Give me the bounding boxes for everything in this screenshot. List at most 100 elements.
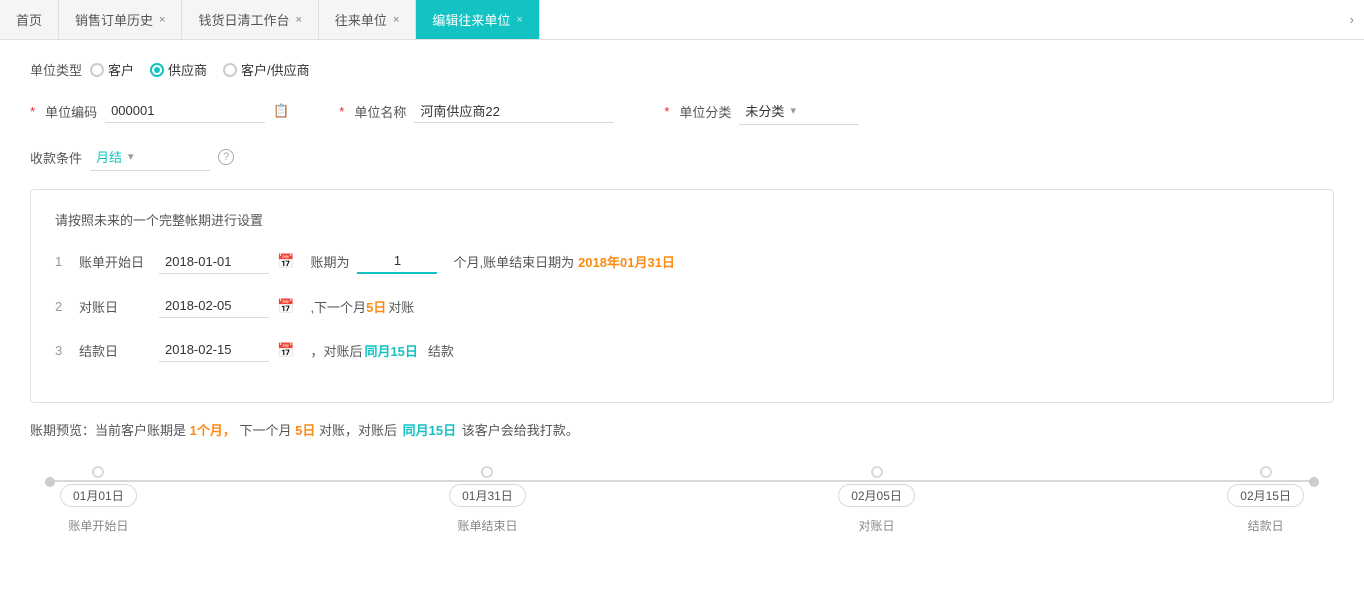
tab-label: 往来单位 (335, 10, 387, 29)
tab-label: 钱货日清工作台 (198, 10, 289, 29)
doc-icon[interactable]: 📋 (273, 103, 289, 119)
timeline-dot-3 (1260, 466, 1272, 478)
period-row2-prefix: ,下一个月 (310, 297, 366, 316)
unit-name-label: 单位名称 (354, 102, 406, 121)
timeline-left-dot (45, 477, 55, 487)
radio-circle-both (223, 63, 237, 77)
period-cal-icon-2[interactable]: 📅 (277, 298, 294, 315)
period-num-1: 1 (55, 254, 79, 269)
timeline-dot-1 (481, 466, 493, 478)
unit-code-input[interactable] (105, 99, 265, 123)
period-suffix-1: 账期为 (310, 252, 349, 271)
radio-supplier[interactable]: 供应商 (150, 60, 207, 79)
period-date-input-3[interactable] (159, 338, 269, 362)
unit-code-group: * 单位编码 📋 (30, 99, 289, 123)
period-row3-prefix: ，对账后 (310, 341, 362, 360)
payment-terms-group: 收款条件 月结 ▾ ? (30, 143, 234, 171)
preview-reconcile-day: 5日 (295, 423, 315, 438)
timeline-item-3: 02月15日 结款日 (1227, 466, 1304, 534)
radio-customer[interactable]: 客户 (90, 60, 134, 79)
tab-close-contacts[interactable]: × (393, 14, 399, 26)
tab-close-sales-history[interactable]: × (159, 14, 165, 26)
unit-category-group: * 单位分类 未分类 ▾ (664, 97, 859, 125)
timeline-label-1: 账单结束日 (457, 517, 517, 534)
radio-label-supplier: 供应商 (168, 60, 207, 79)
unit-category-value: 未分类 (745, 101, 784, 120)
required-star-name: * (339, 104, 344, 119)
radio-label-both: 客户/供应商 (241, 60, 310, 79)
tab-edit-contact[interactable]: 编辑往来单位 × (416, 0, 539, 39)
preview-reconcile-prefix: 下一个月 (240, 423, 292, 438)
timeline-item-2: 02月05日 对账日 (838, 466, 915, 534)
preview-payment: 同月15日 (403, 423, 456, 438)
tab-label: 编辑往来单位 (432, 10, 510, 29)
payment-terms-label: 收款条件 (30, 148, 82, 167)
period-cal-icon-1[interactable]: 📅 (277, 253, 294, 270)
payment-terms-select[interactable]: 月结 ▾ (90, 143, 210, 171)
period-end-date: 2018年01月31日 (578, 252, 675, 271)
tab-close-edit-contact[interactable]: × (516, 14, 522, 26)
payment-terms-row: 收款条件 月结 ▾ ? (30, 143, 1334, 171)
period-row-3: 3 结款日 📅 ，对账后 同月15日 结款 (55, 338, 1309, 362)
help-icon[interactable]: ? (218, 149, 234, 165)
timeline-label-0: 账单开始日 (68, 517, 128, 534)
unit-category-label: 单位分类 (679, 102, 731, 121)
timeline-date-badge-3: 02月15日 (1227, 484, 1304, 507)
period-row-2: 2 对账日 📅 ,下一个月 5日 对账 (55, 294, 1309, 318)
tab-bar: 首页销售订单历史× 钱货日清工作台 × 往来单位 × 编辑往来单位 × › (0, 0, 1364, 40)
tab-label: 首页 (16, 10, 42, 29)
period-row3-highlight: 同月15日 (364, 341, 417, 360)
unit-name-input[interactable] (414, 99, 614, 123)
timeline-right-dot (1309, 477, 1319, 487)
tab-cash-workbench[interactable]: 钱货日清工作台 × (182, 0, 318, 39)
timeline-label-3: 结款日 (1248, 517, 1284, 534)
tab-more-button[interactable]: › (1340, 0, 1364, 39)
preview-reconcile-suffix: 对账，对账后 (319, 423, 397, 438)
radio-label-customer: 客户 (108, 60, 134, 79)
unit-info-row: * 单位编码 📋 * 单位名称 * 单位分类 未分类 ▾ (30, 97, 1334, 125)
tab-home[interactable]: 首页 (0, 0, 59, 39)
preview-month: 1个月， (190, 423, 236, 438)
payment-terms-value: 月结 (96, 147, 122, 166)
period-row2-suffix: 对账 (388, 297, 414, 316)
unit-code-label: 单位编码 (45, 102, 97, 121)
payment-terms-arrow: ▾ (128, 150, 134, 163)
category-dropdown-icon: ▾ (790, 104, 796, 117)
unit-type-label: 单位类型 (30, 60, 82, 79)
radio-circle-supplier (150, 63, 164, 77)
period-title: 请按照未来的一个完整帐期进行设置 (55, 210, 1309, 229)
timeline-item-0: 01月01日 账单开始日 (60, 466, 137, 534)
period-num-3: 3 (55, 343, 79, 358)
main-content: 单位类型 客户 供应商 客户/供应商 * 单位编码 (0, 40, 1364, 608)
timeline-dot-0 (92, 466, 104, 478)
period-box: 请按照未来的一个完整帐期进行设置 1 账单开始日 📅 账期为 个月,账单结束日期… (30, 189, 1334, 403)
period-num-2: 2 (55, 299, 79, 314)
period-date-input-1[interactable] (159, 250, 269, 274)
timeline-date-badge-2: 02月05日 (838, 484, 915, 507)
tab-contacts[interactable]: 往来单位 × (319, 0, 416, 39)
timeline-items: 01月01日 账单开始日 01月31日 账单结束日 02月05日 对账日 02月… (60, 466, 1304, 534)
unit-type-group: 单位类型 客户 供应商 客户/供应商 (30, 60, 310, 79)
period-date-input-2[interactable] (159, 294, 269, 318)
timeline-date-badge-0: 01月01日 (60, 484, 137, 507)
timeline-label-2: 对账日 (859, 517, 895, 534)
tab-sales-history[interactable]: 销售订单历史× (59, 0, 182, 39)
period-row-1: 1 账单开始日 📅 账期为 个月,账单结束日期为 2018年01月31日 (55, 249, 1309, 274)
period-cal-icon-3[interactable]: 📅 (277, 342, 294, 359)
tab-close-cash-workbench[interactable]: × (295, 14, 301, 26)
unit-name-group: * 单位名称 (339, 99, 614, 123)
preview-label: 账期预览：当前客户账期是 (30, 423, 186, 438)
timeline-date-badge-1: 01月31日 (449, 484, 526, 507)
unit-category-select[interactable]: 未分类 ▾ (739, 97, 859, 125)
period-field-label-1: 账单开始日 (79, 252, 159, 271)
period-month-input[interactable] (357, 249, 437, 274)
timeline-item-1: 01月31日 账单结束日 (449, 466, 526, 534)
timeline-dot-2 (871, 466, 883, 478)
required-star-code: * (30, 104, 35, 119)
period-field-label-3: 结款日 (79, 341, 159, 360)
period-field-label-2: 对账日 (79, 297, 159, 316)
period-row2-highlight: 5日 (366, 297, 386, 316)
period-month-suffix: 个月,账单结束日期为 (453, 252, 574, 271)
required-star-cat: * (664, 104, 669, 119)
radio-both[interactable]: 客户/供应商 (223, 60, 310, 79)
